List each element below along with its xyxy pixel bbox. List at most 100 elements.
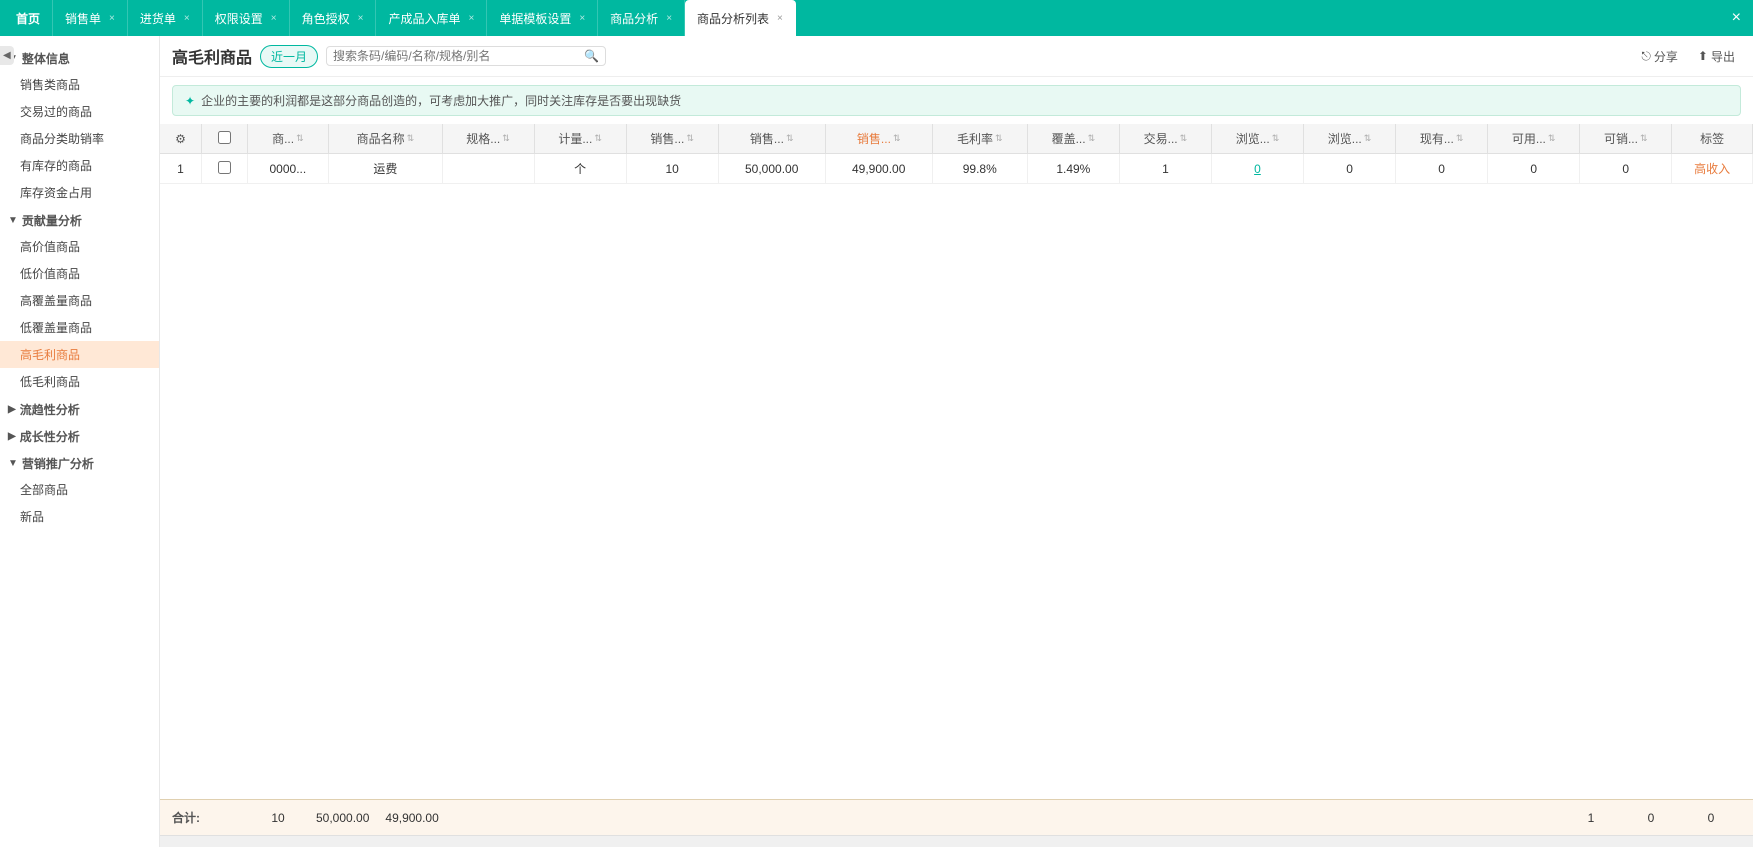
col-trade[interactable]: 交易... ⇅ [1119, 124, 1211, 154]
close-tab-sales[interactable]: × [109, 13, 115, 24]
col-checkbox[interactable] [201, 124, 247, 154]
close-tab-analysis-list[interactable]: × [777, 13, 783, 24]
header-actions: ⎋ 分享 ⬆ 导出 [1635, 45, 1741, 68]
sidebar-item-low-coverage[interactable]: 低覆盖量商品 [0, 314, 159, 341]
footer-trade: 1 [1561, 811, 1621, 825]
sidebar-item-low-margin[interactable]: 低毛利商品 [0, 368, 159, 395]
col-code[interactable]: 商... ⇅ [247, 124, 329, 154]
sort-icon-sales1: ⇅ [686, 133, 694, 144]
sidebar-item-sales-goods[interactable]: 销售类商品 [0, 71, 159, 98]
table-wrapper[interactable]: ⚙ 商... ⇅ 商品名称 ⇅ [160, 124, 1753, 799]
sidebar-item-all-goods[interactable]: 全部商品 [0, 476, 159, 503]
sidebar-group-contribution[interactable]: ▼ 贡献量分析 [0, 206, 159, 233]
col-stock2[interactable]: 可用... ⇅ [1488, 124, 1580, 154]
close-tab-purchase[interactable]: × [184, 13, 190, 24]
col-sales1[interactable]: 销售... ⇅ [626, 124, 718, 154]
sidebar-item-traded-goods[interactable]: 交易过的商品 [0, 98, 159, 125]
sidebar-item-category-rate[interactable]: 商品分类助销率 [0, 125, 159, 152]
nav-tab-role[interactable]: 角色授权 × [290, 0, 377, 36]
horizontal-scrollbar[interactable] [160, 835, 1753, 847]
arrow-icon-growth: ▶ [8, 431, 16, 442]
cell-coverage: 1.49% [1027, 154, 1119, 184]
nav-tab-home[interactable]: 首页 [4, 0, 53, 36]
nav-tab-sales[interactable]: 销售单 × [53, 0, 128, 36]
row-checkbox[interactable] [218, 161, 231, 174]
close-tab-analysis[interactable]: × [666, 13, 672, 24]
cell-name: 运费 [329, 154, 442, 184]
col-stock3[interactable]: 可销... ⇅ [1580, 124, 1672, 154]
sidebar-group-overview[interactable]: ▼ 整体信息 [0, 44, 159, 71]
share-button[interactable]: ⎋ 分享 [1635, 45, 1684, 68]
nav-tab-finished[interactable]: 产成品入库单 × [376, 0, 487, 36]
cell-spec [442, 154, 534, 184]
cell-checkbox[interactable] [201, 154, 247, 184]
sort-icon-code: ⇅ [296, 133, 304, 144]
filter-recent-month[interactable]: 近一月 [260, 45, 318, 68]
close-tab-template[interactable]: × [579, 13, 585, 24]
arrow-icon-trend: ▶ [8, 404, 16, 415]
cell-stock1: 0 [1396, 154, 1488, 184]
info-icon: ✦ [185, 94, 195, 108]
export-button[interactable]: ⬆ 导出 [1692, 45, 1741, 68]
col-coverage[interactable]: 覆盖... ⇅ [1027, 124, 1119, 154]
cell-margin: 99.8% [932, 154, 1027, 184]
sort-icon-stock3: ⇅ [1640, 133, 1648, 144]
col-sales2[interactable]: 销售... ⇅ [718, 124, 825, 154]
data-table: ⚙ 商... ⇅ 商品名称 ⇅ [160, 124, 1753, 184]
sidebar-collapse-button[interactable]: ◀ [0, 46, 14, 65]
sidebar-item-high-coverage[interactable]: 高覆盖量商品 [0, 287, 159, 314]
col-name[interactable]: 商品名称 ⇅ [329, 124, 442, 154]
col-margin[interactable]: 毛利率 ⇅ [932, 124, 1027, 154]
sidebar-group-marketing[interactable]: ▼ 营销推广分析 [0, 449, 159, 476]
content-area: 高毛利商品 近一月 🔍 ⎋ 分享 ⬆ 导出 [160, 36, 1753, 847]
table-row[interactable]: 1 0000... 运费 个 10 50,000.00 49,900.00 99… [160, 154, 1753, 184]
cell-browse1[interactable]: 0 [1211, 154, 1303, 184]
sort-icon-coverage: ⇅ [1088, 133, 1096, 144]
footer-totals: 合计: 10 50,000.00 49,900.00 1 0 0 [160, 799, 1753, 835]
table-header-row: ⚙ 商... ⇅ 商品名称 ⇅ [160, 124, 1753, 154]
col-browse1[interactable]: 浏览... ⇅ [1211, 124, 1303, 154]
sidebar-wrapper: ▼ 整体信息 销售类商品 交易过的商品 商品分类助销率 有库存的商品 库存资金占… [0, 36, 160, 847]
close-tab-role[interactable]: × [358, 13, 364, 24]
nav-tab-permission[interactable]: 权限设置 × [203, 0, 290, 36]
sidebar-item-stock-goods[interactable]: 有库存的商品 [0, 152, 159, 179]
col-spec[interactable]: 规格... ⇅ [442, 124, 534, 154]
sidebar-item-high-margin[interactable]: 高毛利商品 [0, 341, 159, 368]
close-tab-permission[interactable]: × [271, 13, 277, 24]
col-sales3[interactable]: 销售... ⇅ [825, 124, 932, 154]
sidebar-group-trend[interactable]: ▶ 流趋性分析 [0, 395, 159, 422]
footer-spacer [447, 811, 1561, 825]
search-input[interactable] [333, 49, 580, 63]
sidebar-group-growth[interactable]: ▶ 成长性分析 [0, 422, 159, 449]
col-browse2[interactable]: 浏览... ⇅ [1304, 124, 1396, 154]
cell-browse2: 0 [1304, 154, 1396, 184]
sort-icon-browse2: ⇅ [1364, 133, 1372, 144]
nav-tab-purchase[interactable]: 进货单 × [128, 0, 203, 36]
window-close[interactable]: × [1732, 9, 1749, 27]
sidebar-item-low-value[interactable]: 低价值商品 [0, 260, 159, 287]
sort-icon-name: ⇅ [407, 133, 415, 144]
sidebar-item-stock-capital[interactable]: 库存资金占用 [0, 179, 159, 206]
col-stock1[interactable]: 现有... ⇅ [1396, 124, 1488, 154]
sidebar-item-new-goods[interactable]: 新品 [0, 503, 159, 530]
info-banner: ✦ 企业的主要的利润都是这部分商品创造的，可考虑加大推广，同时关注库存是否要出现… [172, 85, 1741, 116]
sidebar-item-high-value[interactable]: 高价值商品 [0, 233, 159, 260]
search-icon[interactable]: 🔍 [584, 49, 599, 63]
cell-stock2: 0 [1488, 154, 1580, 184]
sidebar: ▼ 整体信息 销售类商品 交易过的商品 商品分类助销率 有库存的商品 库存资金占… [0, 36, 160, 847]
nav-tab-analysis-list[interactable]: 商品分析列表 × [685, 0, 796, 36]
close-tab-finished[interactable]: × [468, 13, 474, 24]
nav-tab-analysis[interactable]: 商品分析 × [598, 0, 685, 36]
cell-unit: 个 [534, 154, 626, 184]
col-tag[interactable]: 标签 [1672, 124, 1753, 154]
export-icon: ⬆ [1698, 49, 1708, 63]
nav-tab-template[interactable]: 单据模板设置 × [487, 0, 598, 36]
sort-icon-stock2: ⇅ [1548, 133, 1556, 144]
content-header: 高毛利商品 近一月 🔍 ⎋ 分享 ⬆ 导出 [160, 36, 1753, 77]
footer-sales1: 10 [248, 811, 308, 825]
col-settings[interactable]: ⚙ [160, 124, 201, 154]
select-all-checkbox[interactable] [218, 131, 231, 144]
footer-sales3: 49,900.00 [377, 811, 446, 825]
col-unit[interactable]: 计量... ⇅ [534, 124, 626, 154]
sort-icon-trade: ⇅ [1180, 133, 1188, 144]
